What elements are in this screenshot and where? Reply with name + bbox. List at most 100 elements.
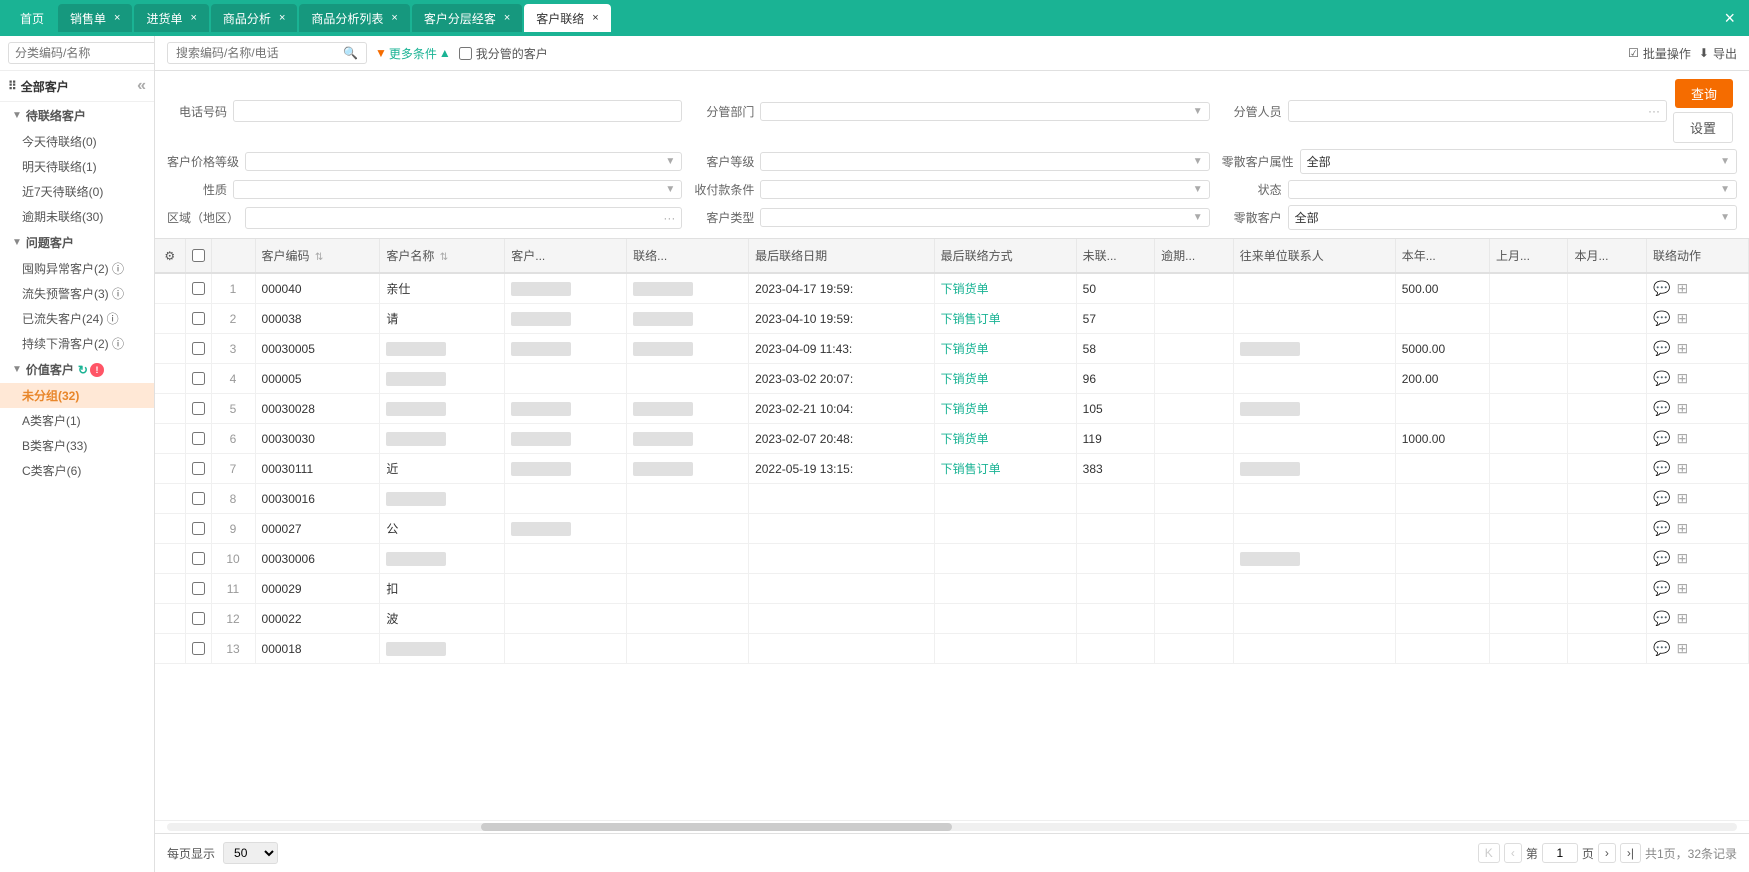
payment-select[interactable]: ▼ [760,180,1209,199]
page-number-input[interactable] [1542,843,1578,863]
close-all-tabs-button[interactable]: × [1718,8,1741,29]
first-page-button[interactable]: K [1478,843,1500,863]
zero-attr-select[interactable]: 全部 ▼ [1300,149,1737,174]
message-icon[interactable]: 💬 [1653,640,1670,657]
row-checkbox[interactable] [192,372,205,385]
grid-action-icon[interactable]: ⊞ [1676,490,1688,507]
zero-customer-select[interactable]: 全部 ▼ [1288,205,1737,230]
tab-purchase-order[interactable]: 进货单 × [134,4,208,32]
last-method-link[interactable]: 下销售订单 [941,312,1001,326]
row-checkbox[interactable] [192,432,205,445]
message-icon[interactable]: 💬 [1653,310,1670,327]
tab-customer-segment[interactable]: 客户分层经客 × [412,4,522,32]
th-settings[interactable]: ⚙ [155,239,185,273]
row-checkbox[interactable] [192,282,205,295]
sidebar-group-pending-contact[interactable]: ▼ 待联络客户 [0,102,154,129]
row-checkbox[interactable] [192,582,205,595]
message-icon[interactable]: 💬 [1653,430,1670,447]
grid-action-icon[interactable]: ⊞ [1676,640,1688,657]
refresh-icon[interactable]: ↻ [78,363,88,377]
close-icon[interactable]: × [504,12,510,24]
row-checkbox[interactable] [192,342,205,355]
sidebar-group-problem-customers[interactable]: ▼ 问题客户 [0,229,154,256]
my-customers-checkbox[interactable]: 我分管的客户 [459,45,548,62]
customer-type-select[interactable]: ▼ [760,208,1209,227]
dots-icon[interactable]: ··· [663,211,675,225]
grid-action-icon[interactable]: ⊞ [1676,550,1688,567]
tab-product-analysis[interactable]: 商品分析 × [211,4,297,32]
message-icon[interactable]: 💬 [1653,490,1670,507]
select-all-checkbox[interactable] [192,249,205,262]
export-button[interactable]: ⬇ 导出 [1699,45,1737,62]
price-level-select[interactable]: ▼ [245,152,682,171]
dept-select[interactable]: ▼ [760,102,1209,121]
batch-operate-button[interactable]: ☑ 批量操作 [1628,45,1691,62]
sidebar-item-overdue-contact[interactable]: 逾期未联络(30) [0,204,154,229]
row-checkbox[interactable] [192,642,205,655]
message-icon[interactable]: 💬 [1653,280,1670,297]
last-method-link[interactable]: 下销货单 [941,342,989,356]
sidebar-item-churn-warning[interactable]: 流失预警客户(3) ⓘ [0,281,154,306]
row-checkbox[interactable] [192,522,205,535]
message-icon[interactable]: 💬 [1653,520,1670,537]
close-icon[interactable]: × [391,12,397,24]
grid-action-icon[interactable]: ⊞ [1676,370,1688,387]
grid-action-icon[interactable]: ⊞ [1676,430,1688,447]
next-page-button[interactable]: › [1598,843,1616,863]
my-customers-check[interactable] [459,47,472,60]
status-select[interactable]: ▼ [1288,180,1737,199]
sidebar-item-class-a[interactable]: A类客户(1) [0,408,154,433]
sidebar-item-class-b[interactable]: B类客户(33) [0,433,154,458]
collapse-sidebar-icon[interactable]: « [137,77,146,95]
th-customer-code[interactable]: 客户编码 ⇅ [255,239,380,273]
grid-action-icon[interactable]: ⊞ [1676,400,1688,417]
region-select[interactable]: ··· [245,207,682,229]
tab-product-analysis-list[interactable]: 商品分析列表 × [299,4,409,32]
sidebar-item-churned[interactable]: 已流失客户(24) ⓘ [0,306,154,331]
grid-action-icon[interactable]: ⊞ [1676,280,1688,297]
dots-icon[interactable]: ··· [1648,104,1660,118]
row-checkbox[interactable] [192,612,205,625]
message-icon[interactable]: 💬 [1653,550,1670,567]
search-icon[interactable]: 🔍 [343,46,358,60]
last-method-link[interactable]: 下销货单 [941,372,989,386]
nature-select[interactable]: ▼ [233,180,682,199]
message-icon[interactable]: 💬 [1653,460,1670,477]
last-method-link[interactable]: 下销货单 [941,402,989,416]
grid-action-icon[interactable]: ⊞ [1676,580,1688,597]
grid-action-icon[interactable]: ⊞ [1676,310,1688,327]
last-method-link[interactable]: 下销货单 [941,282,989,296]
prev-page-button[interactable]: ‹ [1504,843,1522,863]
horizontal-scrollbar[interactable] [167,823,1737,831]
last-method-link[interactable]: 下销售订单 [941,462,1001,476]
tab-customer-contact[interactable]: 客户联络 × [524,4,610,32]
message-icon[interactable]: 💬 [1653,340,1670,357]
sidebar-item-unclassified[interactable]: 未分组(32) [0,383,154,408]
close-icon[interactable]: × [592,12,598,24]
message-icon[interactable]: 💬 [1653,400,1670,417]
reset-button[interactable]: 设置 [1673,112,1733,143]
sidebar-group-value-customers[interactable]: ▼ 价值客户 ↻ ! [0,356,154,383]
sidebar-item-7days-pending[interactable]: 近7天待联络(0) [0,179,154,204]
grid-action-icon[interactable]: ⊞ [1676,610,1688,627]
tab-home[interactable]: 首页 [8,4,56,32]
more-conditions-button[interactable]: ▼ 更多条件 ▲ [375,45,451,62]
customer-level-select[interactable]: ▼ [760,152,1209,171]
grid-action-icon[interactable]: ⊞ [1676,520,1688,537]
sidebar-item-tomorrow-pending[interactable]: 明天待联络(1) [0,154,154,179]
close-icon[interactable]: × [190,12,196,24]
tab-sales-order[interactable]: 销售单 × [58,4,132,32]
person-select[interactable]: ··· [1288,100,1667,122]
sidebar-item-declining[interactable]: 持续下滑客户(2) ⓘ [0,331,154,356]
grid-action-icon[interactable]: ⊞ [1676,460,1688,477]
all-customers-header[interactable]: ⠿ 全部客户 « [0,71,154,102]
query-button[interactable]: 查询 [1675,79,1733,108]
row-checkbox[interactable] [192,462,205,475]
th-customer-name[interactable]: 客户名称 ⇅ [380,239,505,273]
sidebar-search-input[interactable] [8,42,155,64]
last-method-link[interactable]: 下销货单 [941,432,989,446]
page-size-select[interactable]: 50 20 100 [223,842,278,864]
row-checkbox[interactable] [192,552,205,565]
message-icon[interactable]: 💬 [1653,580,1670,597]
message-icon[interactable]: 💬 [1653,370,1670,387]
